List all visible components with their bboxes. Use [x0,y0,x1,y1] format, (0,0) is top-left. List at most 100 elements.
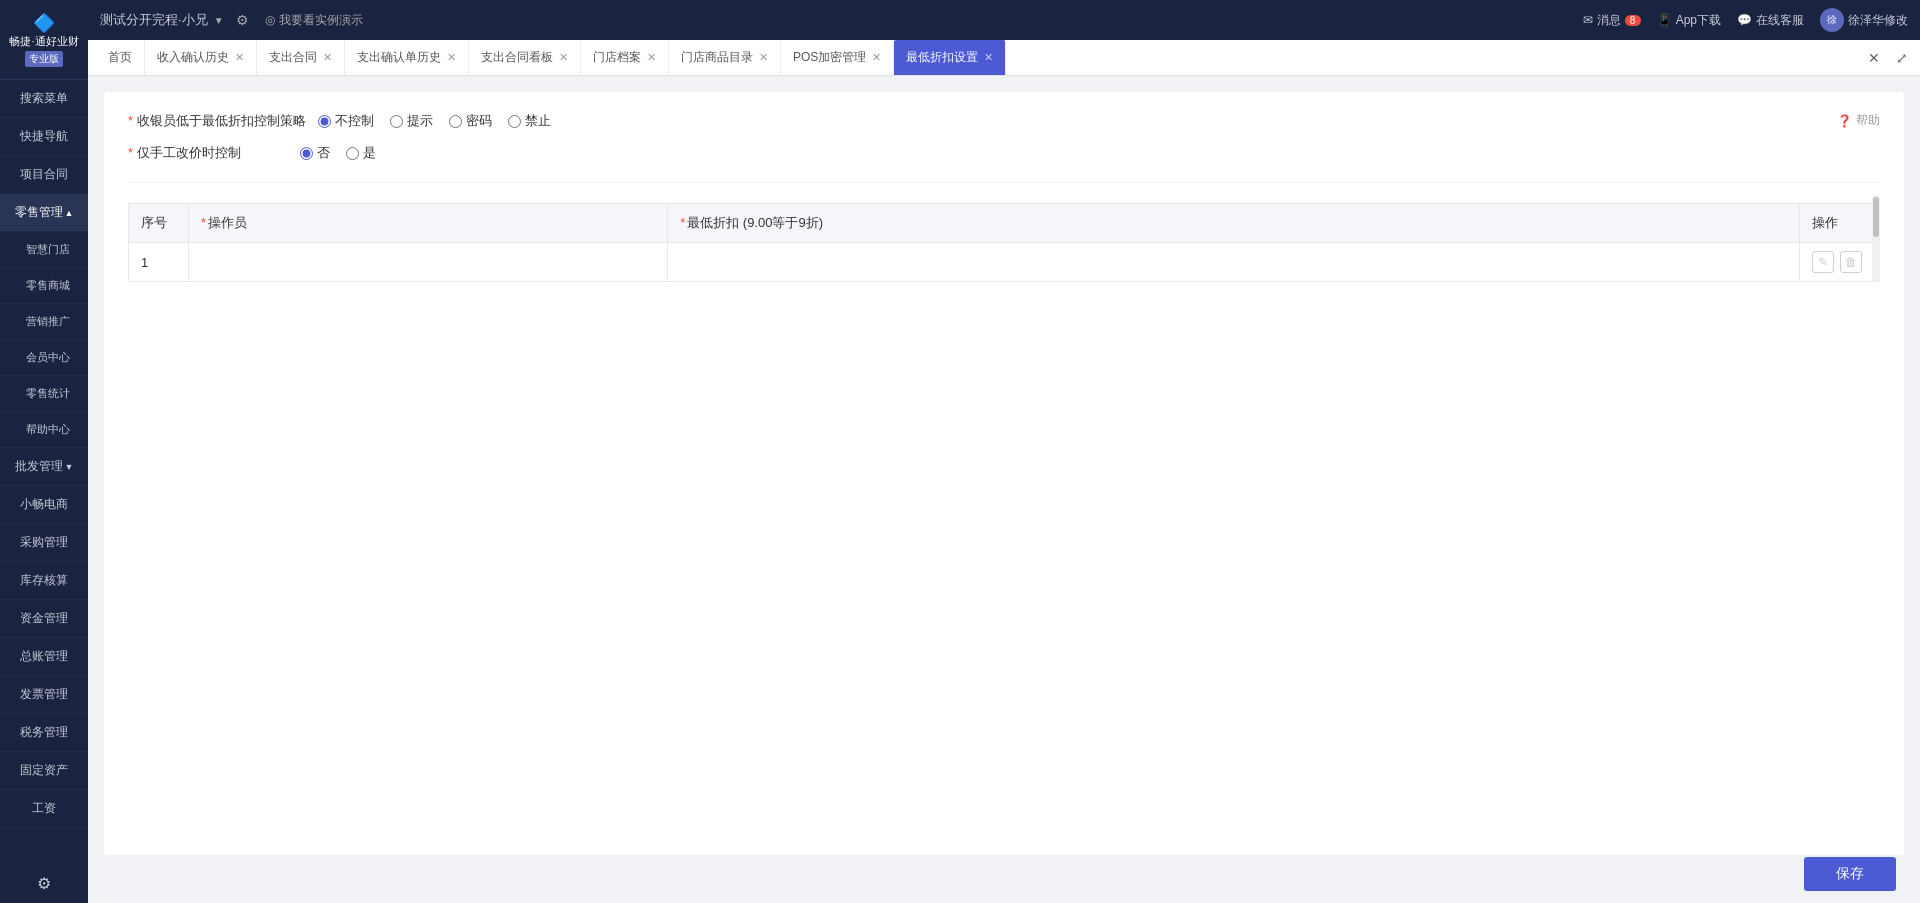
app-logo: 🔷 畅捷·通好业财 专业版 [0,0,88,80]
message-badge: 8 [1625,15,1641,26]
fixed-assets-label: 固定资产 [20,763,68,777]
sidebar-item-quicknav[interactable]: 快捷导航 [0,118,88,156]
sidebar-item-ledger[interactable]: 总账管理 [0,638,88,676]
online-service-button[interactable]: 💬 在线客服 [1737,12,1804,29]
radio-forbid[interactable]: 禁止 [508,112,551,130]
tab-expense-contract[interactable]: 支出合同 ✕ [257,40,345,76]
divider [128,182,1880,183]
help-text: 帮助 [1856,112,1880,129]
sidebar-item-retail-stats[interactable]: 零售统计 [0,376,88,412]
sidebar-item-help[interactable]: 帮助中心 [0,412,88,448]
cell-discount [668,243,1800,282]
sidebar-item-payroll[interactable]: 工资 [0,790,88,828]
radio-no-control[interactable]: 不控制 [318,112,374,130]
close-store-files-icon[interactable]: ✕ [647,51,656,64]
tab-pos-encryption[interactable]: POS加密管理 ✕ [781,40,894,76]
messages-label: 消息 [1597,12,1621,29]
maximize-tab-button[interactable]: ⤢ [1892,46,1912,70]
sidebar-item-purchase[interactable]: 采购管理 [0,524,88,562]
topbar-right: ✉ 消息 8 📱 App下载 💬 在线客服 徐 徐泽华修改 [1583,8,1908,32]
close-expense-contract-icon[interactable]: ✕ [323,51,332,64]
quicknav-label: 快捷导航 [20,129,68,143]
min-discount-label: 最低折扣设置 [906,49,978,66]
member-label: 会员中心 [26,351,70,363]
tab-store-products[interactable]: 门店商品目录 ✕ [669,40,781,76]
service-icon: 💬 [1737,13,1752,27]
sidebar-item-ecommerce[interactable]: 小畅电商 [0,486,88,524]
close-expense-board-icon[interactable]: ✕ [559,51,568,64]
payroll-label: 工资 [32,801,56,815]
avatar: 徐 [1820,8,1844,32]
sidebar-item-inventory[interactable]: 库存核算 [0,562,88,600]
ecommerce-label: 小畅电商 [20,497,68,511]
user-menu[interactable]: 徐 徐泽华修改 [1820,8,1908,32]
help-icon-button[interactable]: ❓ 帮助 [1837,112,1880,129]
chevron-down-icon: ▲ [65,208,74,218]
sidebar-item-fixed-assets[interactable]: 固定资产 [0,752,88,790]
sidebar-item-invoice[interactable]: 发票管理 [0,676,88,714]
sidebar-item-marketing[interactable]: 营销推广 [0,304,88,340]
close-min-discount-icon[interactable]: ✕ [984,51,993,64]
save-button[interactable]: 保存 [1804,857,1896,891]
close-store-products-icon[interactable]: ✕ [759,51,768,64]
tab-income-history[interactable]: 收入确认历史 ✕ [145,40,257,76]
tab-expense-confirm-history[interactable]: 支出确认单历史 ✕ [345,40,469,76]
col-discount: *最低折扣 (9.00等于9折) [668,204,1800,243]
cell-seq: 1 [129,243,189,282]
marketing-label: 营销推广 [26,315,70,327]
store-files-label: 门店档案 [593,49,641,66]
expense-board-label: 支出合同看板 [481,49,553,66]
messages-button[interactable]: ✉ 消息 8 [1583,12,1641,29]
retail-mall-label: 零售商城 [26,279,70,291]
demo-text: 我要看实例演示 [279,12,363,29]
close-expense-confirm-history-icon[interactable]: ✕ [447,51,456,64]
manual-price-label: * 仅手工改价时控制 [128,144,288,162]
home-tab-label: 首页 [108,49,132,66]
tab-expense-board[interactable]: 支出合同看板 ✕ [469,40,581,76]
edit-row-button[interactable]: ✎ [1812,251,1834,273]
form-section: * 收银员低于最低折扣控制策略 不控制 提示 密码 [128,112,1880,162]
col-actions: 操作 [1800,204,1880,243]
close-income-history-icon[interactable]: ✕ [235,51,244,64]
table-scrollbar[interactable] [1872,195,1880,282]
download-icon: 📱 [1657,13,1672,27]
discount-policy-radio-group: 不控制 提示 密码 禁止 [318,112,551,130]
close-pos-encryption-icon[interactable]: ✕ [872,51,881,64]
radio-remind[interactable]: 提示 [390,112,433,130]
sidebar-item-contract[interactable]: 项目合同 [0,156,88,194]
delete-row-button[interactable]: 🗑 [1840,251,1862,273]
demo-link[interactable]: ◎ 我要看实例演示 [265,12,363,29]
sidebar-item-finance[interactable]: 资金管理 [0,600,88,638]
sidebar-item-retail[interactable]: 零售管理 ▲ [0,194,88,232]
content-area: ❓ 帮助 * 收银员低于最低折扣控制策略 不控制 [88,76,1920,903]
contract-label: 项目合同 [20,167,68,181]
project-selector[interactable]: 测试分开完程·小兄 ▼ [100,11,224,29]
sidebar-item-tax[interactable]: 税务管理 [0,714,88,752]
purchase-label: 采购管理 [20,535,68,549]
tax-label: 税务管理 [20,725,68,739]
discount-table: 序号 *操作员 *最低折扣 (9.00等于9折) 操作 1 [128,203,1880,282]
tab-home[interactable]: 首页 [96,40,145,76]
income-history-label: 收入确认历史 [157,49,229,66]
tab-store-files[interactable]: 门店档案 ✕ [581,40,669,76]
table-wrapper: 序号 *操作员 *最低折扣 (9.00等于9折) 操作 1 [128,195,1880,282]
sidebar: 🔷 畅捷·通好业财 专业版 搜索菜单 快捷导航 项目合同 零售管理 ▲ 智慧门店… [0,0,88,903]
app-download-button[interactable]: 📱 App下载 [1657,12,1721,29]
app-name: 畅捷·通好业财 [8,34,80,49]
radio-no[interactable]: 否 [300,144,330,162]
gear-icon: ⚙ [37,875,51,892]
sidebar-item-search[interactable]: 搜索菜单 [0,80,88,118]
radio-yes[interactable]: 是 [346,144,376,162]
tab-min-discount[interactable]: 最低折扣设置 ✕ [894,40,1006,76]
sidebar-item-smart-store[interactable]: 智慧门店 [0,232,88,268]
save-bar: 保存 [1780,845,1920,903]
settings-icon[interactable]: ⚙ [236,12,249,28]
form-row-discount-policy: * 收银员低于最低折扣控制策略 不控制 提示 密码 [128,112,1880,130]
sidebar-item-retail-mall[interactable]: 零售商城 [0,268,88,304]
close-tab-button[interactable]: ✕ [1864,46,1884,70]
sidebar-item-member[interactable]: 会员中心 [0,340,88,376]
settings-footer-button[interactable]: ⚙ [0,864,88,903]
sidebar-item-wholesale[interactable]: 批发管理 ▼ [0,448,88,486]
table-scrollbar-thumb [1873,197,1879,237]
radio-password[interactable]: 密码 [449,112,492,130]
